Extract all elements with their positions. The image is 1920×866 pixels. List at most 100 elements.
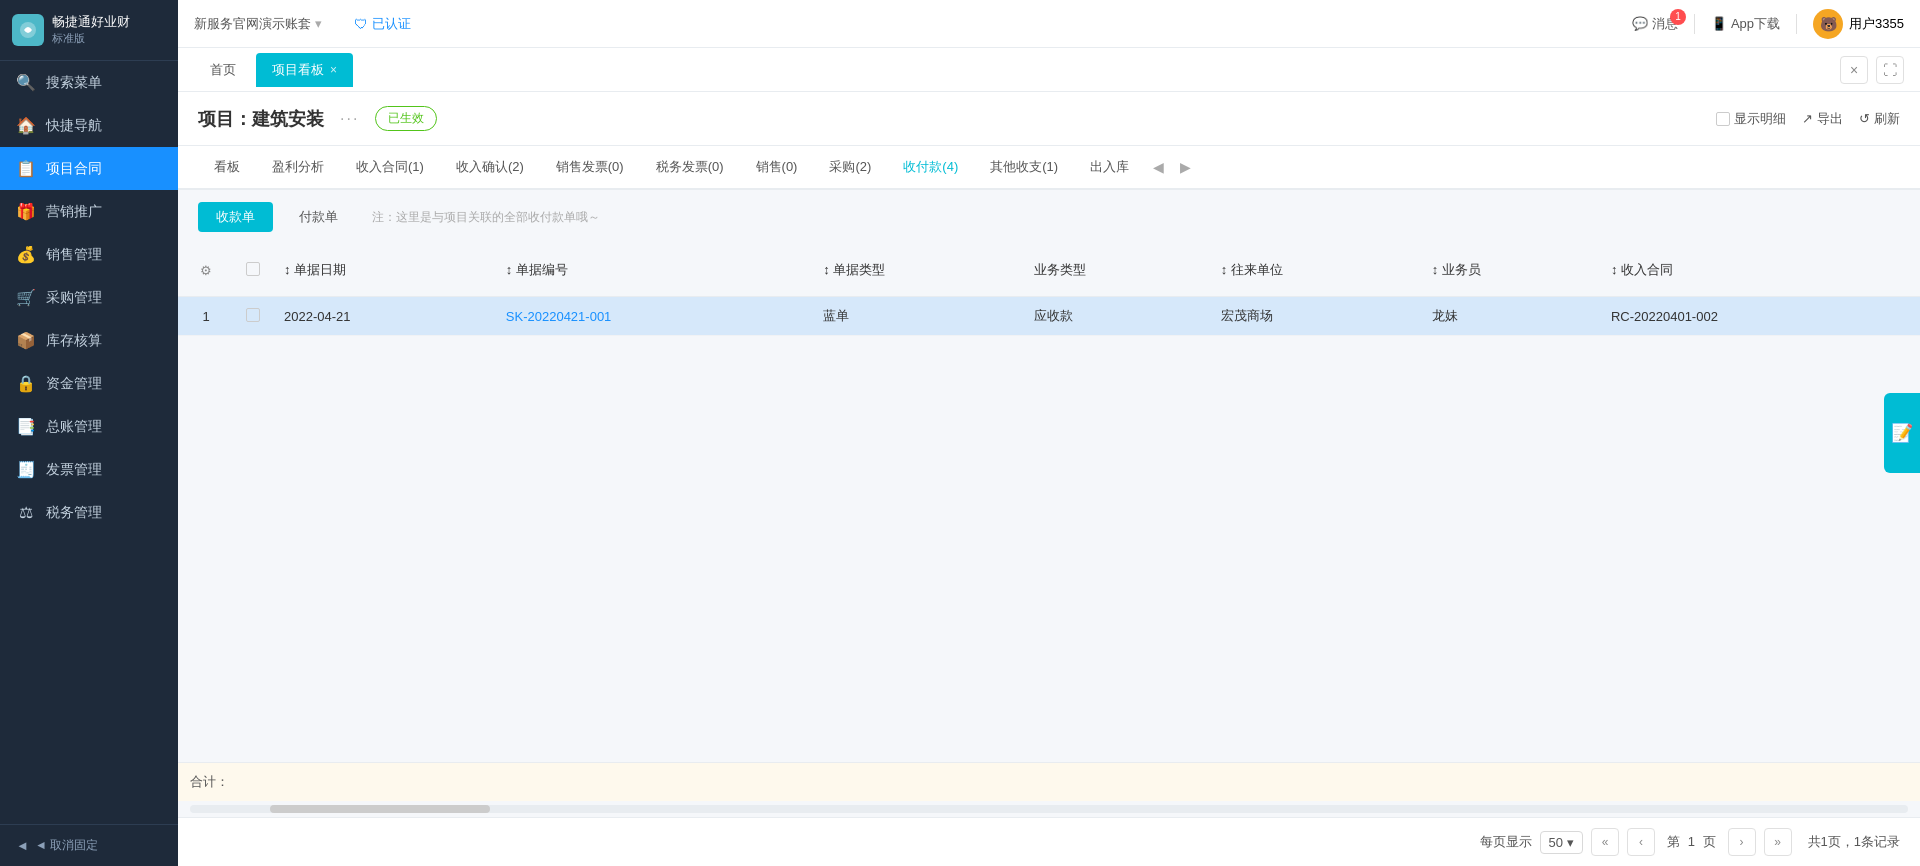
sidebar-item-search[interactable]: 🔍 搜索菜单 [0,61,178,104]
total-label: 合计： [190,774,229,789]
show-detail-checkbox[interactable] [1716,112,1730,126]
app-version: 标准版 [52,31,130,46]
nav-left-arrow[interactable]: ◀ [1145,151,1172,183]
sidebar-item-fund[interactable]: 🔒 资金管理 [0,362,178,405]
nav-tab-income-contract[interactable]: 收入合同(1) [340,146,440,190]
scrollbar-track[interactable] [190,805,1908,813]
td-checkbox[interactable] [234,297,272,336]
th-contract[interactable]: ↕ 收入合同 [1599,244,1920,297]
nav-tab-sales[interactable]: 销售(0) [740,146,814,190]
horizontal-scrollbar[interactable] [178,801,1920,817]
receipt-tab-button[interactable]: 收款单 [198,202,273,232]
message-button[interactable]: 💬 消息 1 [1632,15,1678,33]
per-page-label: 每页显示 [1480,833,1532,851]
show-detail-button[interactable]: 显示明细 [1716,110,1786,128]
tab-close-icon[interactable]: × [330,63,337,77]
th-gear[interactable]: ⚙ [178,244,234,297]
per-page-select[interactable]: 50 ▾ [1540,831,1583,854]
td-index: 1 [178,297,234,336]
td-number[interactable]: SK-20220421-001 [494,297,811,336]
sidebar-item-label: 采购管理 [46,289,102,307]
sidebar-item-sales[interactable]: 💰 销售管理 [0,233,178,276]
app-title-block: 畅捷通好业财 标准版 [52,14,130,46]
expand-button[interactable]: ⛶ [1876,56,1904,84]
project-dropdown[interactable]: 新服务官网演示账套 ▾ [194,15,322,33]
header-checkbox[interactable] [246,262,260,276]
sidebar-item-label: 库存核算 [46,332,102,350]
invoice-icon: 🧾 [16,460,36,479]
tab-project-board[interactable]: 项目看板 × [256,53,353,87]
nav-tab-profit[interactable]: 盈利分析 [256,146,340,190]
sidebar-unpin[interactable]: ◄ ◄ 取消固定 [0,824,178,866]
th-checkbox[interactable] [234,244,272,297]
th-salesperson[interactable]: ↕ 业务员 [1420,244,1599,297]
sidebar-item-project-contract[interactable]: 📋 项目合同 [0,147,178,190]
topbar-left: 新服务官网演示账套 ▾ 🛡 已认证 [194,15,1632,33]
phone-icon: 📱 [1711,16,1727,31]
td-type: 蓝单 [811,297,1022,336]
purchase-icon: 🛒 [16,288,36,307]
page-label: 第 1 页 [1667,833,1715,851]
refresh-button[interactable]: ↺ 刷新 [1859,110,1900,128]
divider2 [1796,14,1797,34]
sidebar-item-label: 搜索菜单 [46,74,102,92]
refresh-label: 刷新 [1874,110,1900,128]
gear-settings-icon[interactable]: ⚙ [190,254,222,286]
sidebar-item-label: 税务管理 [46,504,102,522]
nav-tab-income-confirm[interactable]: 收入确认(2) [440,146,540,190]
project-status-badge: 已生效 [375,106,437,131]
row-checkbox[interactable] [246,308,260,322]
tab-home[interactable]: 首页 [194,53,252,87]
shield-icon: 🛡 [354,16,368,32]
export-button[interactable]: ↗ 导出 [1802,110,1843,128]
project-menu-button[interactable]: ··· [340,110,359,128]
message-badge: 1 [1670,9,1686,25]
sidebar-item-invoice[interactable]: 🧾 发票管理 [0,448,178,491]
floating-panel-button[interactable]: 📝 [1884,393,1920,473]
scrollbar-thumb[interactable] [270,805,490,813]
sidebar-item-tax[interactable]: ⚖ 税务管理 [0,491,178,534]
unpin-label: ◄ 取消固定 [35,837,98,854]
last-page-button[interactable]: » [1764,828,1792,856]
nav-tab-kanban[interactable]: 看板 [198,146,256,190]
prev-page-button[interactable]: ‹ [1627,828,1655,856]
th-number[interactable]: ↕ 单据编号 [494,244,811,297]
nav-tab-sales-invoice[interactable]: 销售发票(0) [540,146,640,190]
sidebar-item-inventory[interactable]: 📦 库存核算 [0,319,178,362]
search-icon: 🔍 [16,73,36,92]
close-window-button[interactable]: × [1840,56,1868,84]
total-pages-info: 共1页，1条记录 [1808,833,1900,851]
th-type[interactable]: ↕ 单据类型 [811,244,1022,297]
sidebar-item-purchase[interactable]: 🛒 采购管理 [0,276,178,319]
ledger-icon: 📑 [16,417,36,436]
nav-tab-purchase[interactable]: 采购(2) [813,146,887,190]
sidebar-scroll: 🔍 搜索菜单 🏠 快捷导航 📋 项目合同 🎁 营销推广 💰 销售管理 🛒 采购管… [0,61,178,824]
nav-tab-tax-invoice[interactable]: 税务发票(0) [640,146,740,190]
doc-number-link[interactable]: SK-20220421-001 [506,309,612,324]
nav-tab-receipt[interactable]: 收付款(4) [887,146,974,190]
sidebar-item-ledger[interactable]: 📑 总账管理 [0,405,178,448]
sidebar-item-marketing[interactable]: 🎁 营销推广 [0,190,178,233]
table-footer: 合计： [178,762,1920,801]
th-date[interactable]: ↕ 单据日期 [272,244,494,297]
sidebar-item-label: 营销推广 [46,203,102,221]
next-page-button[interactable]: › [1728,828,1756,856]
first-page-button[interactable]: « [1591,828,1619,856]
nav-right-arrow[interactable]: ▶ [1172,151,1199,183]
gift-icon: 🎁 [16,202,36,221]
th-partner[interactable]: ↕ 往来单位 [1209,244,1420,297]
table-row[interactable]: 1 2022-04-21 SK-20220421-001 蓝单 [178,297,1920,336]
panel-icon: 📝 [1891,422,1913,444]
per-page-value: 50 [1549,835,1563,850]
payment-tab-button[interactable]: 付款单 [281,202,356,232]
nav-tab-inventory[interactable]: 出入库 [1074,146,1145,190]
tabbar: 首页 项目看板 × × ⛶ [178,48,1920,92]
nav-tab-other-income[interactable]: 其他收支(1) [974,146,1074,190]
content-area: 项目：建筑安装 ··· 已生效 显示明细 ↗ 导出 ↺ 刷新 [178,92,1920,866]
app-download-button[interactable]: 📱 App下载 [1711,15,1780,33]
user-profile[interactable]: 🐻 用户3355 [1813,9,1904,39]
show-detail-label: 显示明细 [1734,110,1786,128]
td-salesperson: 龙妹 [1420,297,1599,336]
sidebar-item-shortcut[interactable]: 🏠 快捷导航 [0,104,178,147]
nav-tabs: 看板 盈利分析 收入合同(1) 收入确认(2) 销售发票(0) 税务发票(0) … [178,146,1920,190]
